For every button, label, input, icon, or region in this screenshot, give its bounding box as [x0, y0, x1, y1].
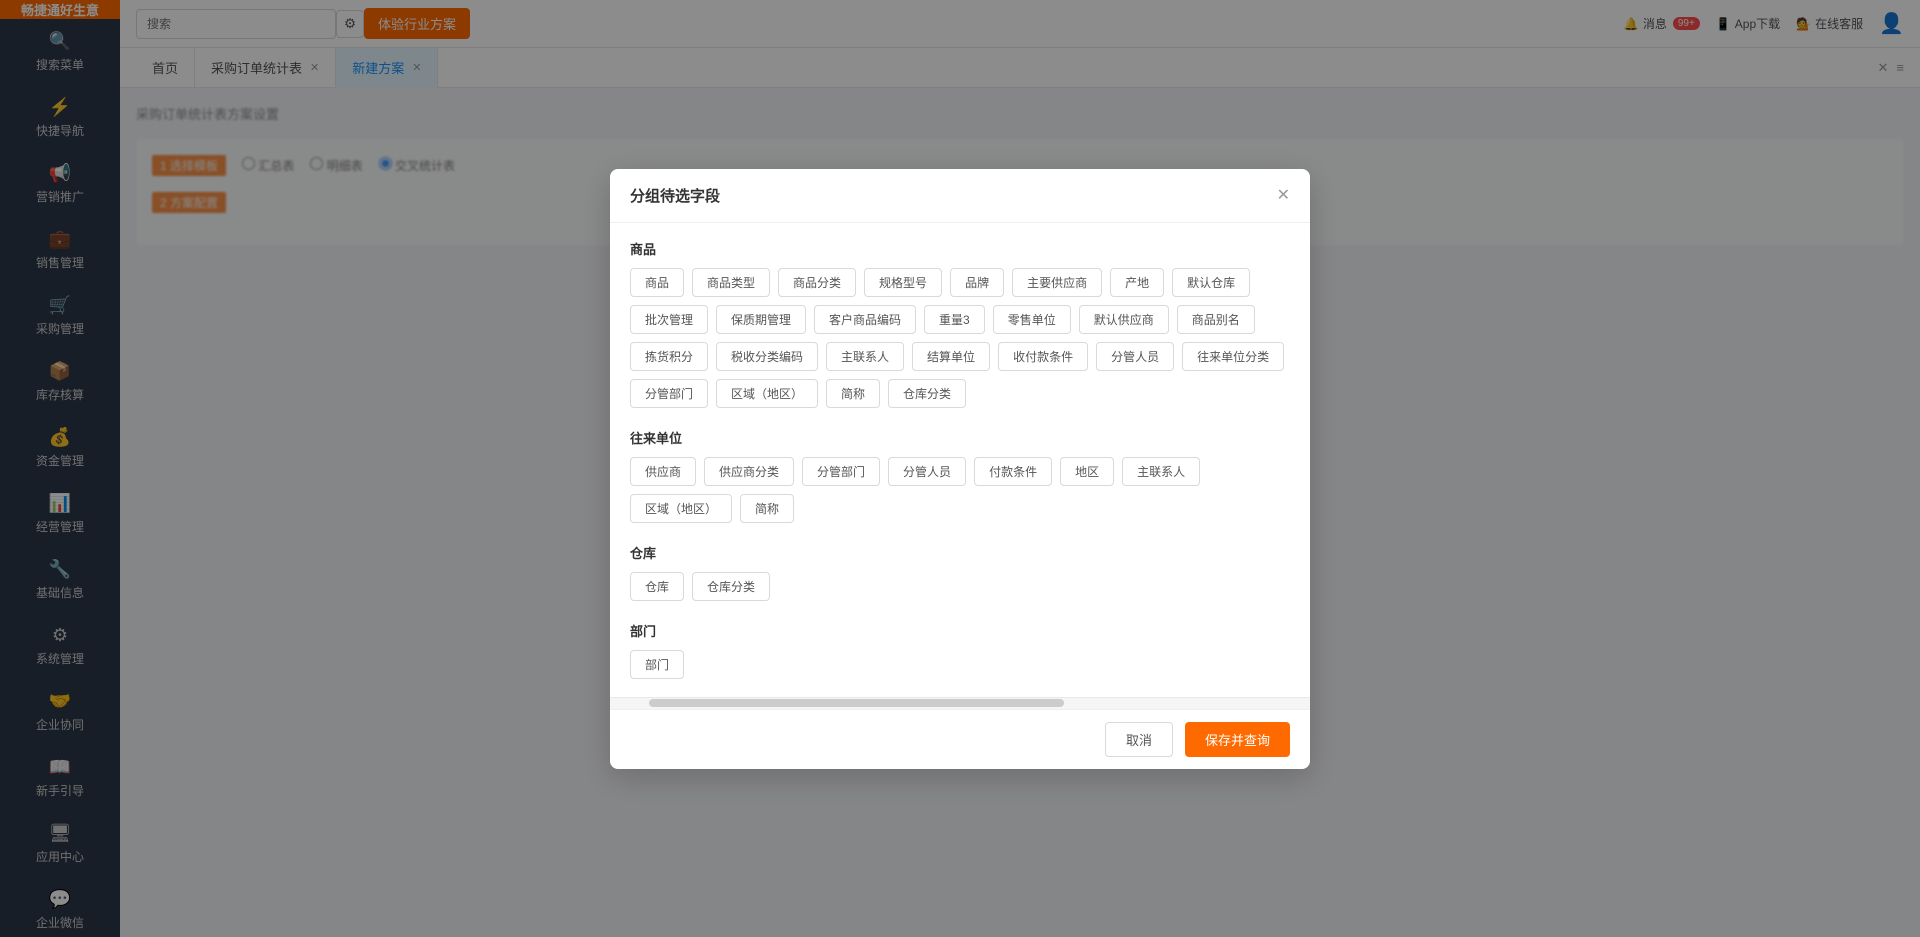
modal-overlay: 分组待选字段 ✕ 商品 商品 商品类型 商品分类 规格型号 品牌 主要供应商 产…: [0, 0, 1920, 937]
field-tag-partner-manager[interactable]: 分管人员: [888, 457, 966, 486]
field-tag-payment-terms[interactable]: 收付款条件: [998, 342, 1088, 371]
field-tag-warehouse[interactable]: 仓库: [630, 572, 684, 601]
product-field-tags: 商品 商品类型 商品分类 规格型号 品牌 主要供应商 产地 默认仓库 批次管理 …: [630, 268, 1290, 408]
section-partner: 往来单位 供应商 供应商分类 分管部门 分管人员 付款条件 地区 主联系人 区域…: [630, 428, 1290, 523]
field-tag-retail-unit[interactable]: 零售单位: [993, 305, 1071, 334]
field-tag-manager[interactable]: 分管人员: [1096, 342, 1174, 371]
field-tag-spec-model[interactable]: 规格型号: [864, 268, 942, 297]
modal-close-button[interactable]: ✕: [1277, 185, 1290, 205]
field-tag-supplier-category[interactable]: 供应商分类: [704, 457, 794, 486]
warehouse-field-tags: 仓库 仓库分类: [630, 572, 1290, 601]
field-tag-partner-region[interactable]: 区域（地区）: [630, 494, 732, 523]
field-tag-product-type[interactable]: 商品类型: [692, 268, 770, 297]
partner-field-tags: 供应商 供应商分类 分管部门 分管人员 付款条件 地区 主联系人 区域（地区） …: [630, 457, 1290, 523]
confirm-button[interactable]: 保存并查询: [1185, 722, 1290, 757]
field-tag-short-name[interactable]: 简称: [826, 379, 880, 408]
field-tag-origin[interactable]: 产地: [1110, 268, 1164, 297]
department-field-tags: 部门: [630, 650, 1290, 679]
modal-horizontal-scrollbar[interactable]: [610, 697, 1310, 709]
hscroll-thumb: [649, 699, 1064, 707]
field-tag-weight[interactable]: 重量3: [924, 305, 985, 334]
field-tag-alias[interactable]: 商品别名: [1177, 305, 1255, 334]
cancel-button[interactable]: 取消: [1105, 722, 1173, 757]
field-tag-partner-short[interactable]: 简称: [740, 494, 794, 523]
field-selection-modal: 分组待选字段 ✕ 商品 商品 商品类型 商品分类 规格型号 品牌 主要供应商 产…: [610, 169, 1310, 769]
field-tag-brand[interactable]: 品牌: [950, 268, 1004, 297]
field-tag-supplier[interactable]: 供应商: [630, 457, 696, 486]
field-tag-main-contact[interactable]: 主联系人: [826, 342, 904, 371]
field-tag-warehouse-cat[interactable]: 仓库分类: [692, 572, 770, 601]
section-partner-title: 往来单位: [630, 428, 1290, 447]
section-warehouse-title: 仓库: [630, 543, 1290, 562]
field-tag-product[interactable]: 商品: [630, 268, 684, 297]
modal-footer: 取消 保存并查询: [610, 709, 1310, 769]
field-tag-payment-cond[interactable]: 付款条件: [974, 457, 1052, 486]
field-tag-partner-contact[interactable]: 主联系人: [1122, 457, 1200, 486]
field-tag-dept-mgmt[interactable]: 分管部门: [630, 379, 708, 408]
section-product: 商品 商品 商品类型 商品分类 规格型号 品牌 主要供应商 产地 默认仓库 批次…: [630, 239, 1290, 408]
modal-body[interactable]: 商品 商品 商品类型 商品分类 规格型号 品牌 主要供应商 产地 默认仓库 批次…: [610, 223, 1310, 697]
field-tag-default-warehouse[interactable]: 默认仓库: [1172, 268, 1250, 297]
field-tag-area[interactable]: 地区: [1060, 457, 1114, 486]
field-tag-pick-score[interactable]: 拣货积分: [630, 342, 708, 371]
section-product-title: 商品: [630, 239, 1290, 258]
section-department-title: 部门: [630, 621, 1290, 640]
field-tag-partner-category[interactable]: 往来单位分类: [1182, 342, 1284, 371]
field-tag-tax-code[interactable]: 税收分类编码: [716, 342, 818, 371]
section-warehouse: 仓库 仓库 仓库分类: [630, 543, 1290, 601]
field-tag-expiry-mgmt[interactable]: 保质期管理: [716, 305, 806, 334]
field-tag-wh-category[interactable]: 仓库分类: [888, 379, 966, 408]
field-tag-department[interactable]: 部门: [630, 650, 684, 679]
modal-title: 分组待选字段: [630, 185, 720, 206]
field-tag-customer-sku[interactable]: 客户商品编码: [814, 305, 916, 334]
field-tag-main-supplier[interactable]: 主要供应商: [1012, 268, 1102, 297]
field-tag-partner-dept[interactable]: 分管部门: [802, 457, 880, 486]
field-tag-settlement-unit[interactable]: 结算单位: [912, 342, 990, 371]
modal-header: 分组待选字段 ✕: [610, 169, 1310, 223]
field-tag-region-product[interactable]: 区域（地区）: [716, 379, 818, 408]
field-tag-product-category[interactable]: 商品分类: [778, 268, 856, 297]
section-department: 部门 部门: [630, 621, 1290, 679]
field-tag-batch-mgmt[interactable]: 批次管理: [630, 305, 708, 334]
field-tag-default-supplier[interactable]: 默认供应商: [1079, 305, 1169, 334]
